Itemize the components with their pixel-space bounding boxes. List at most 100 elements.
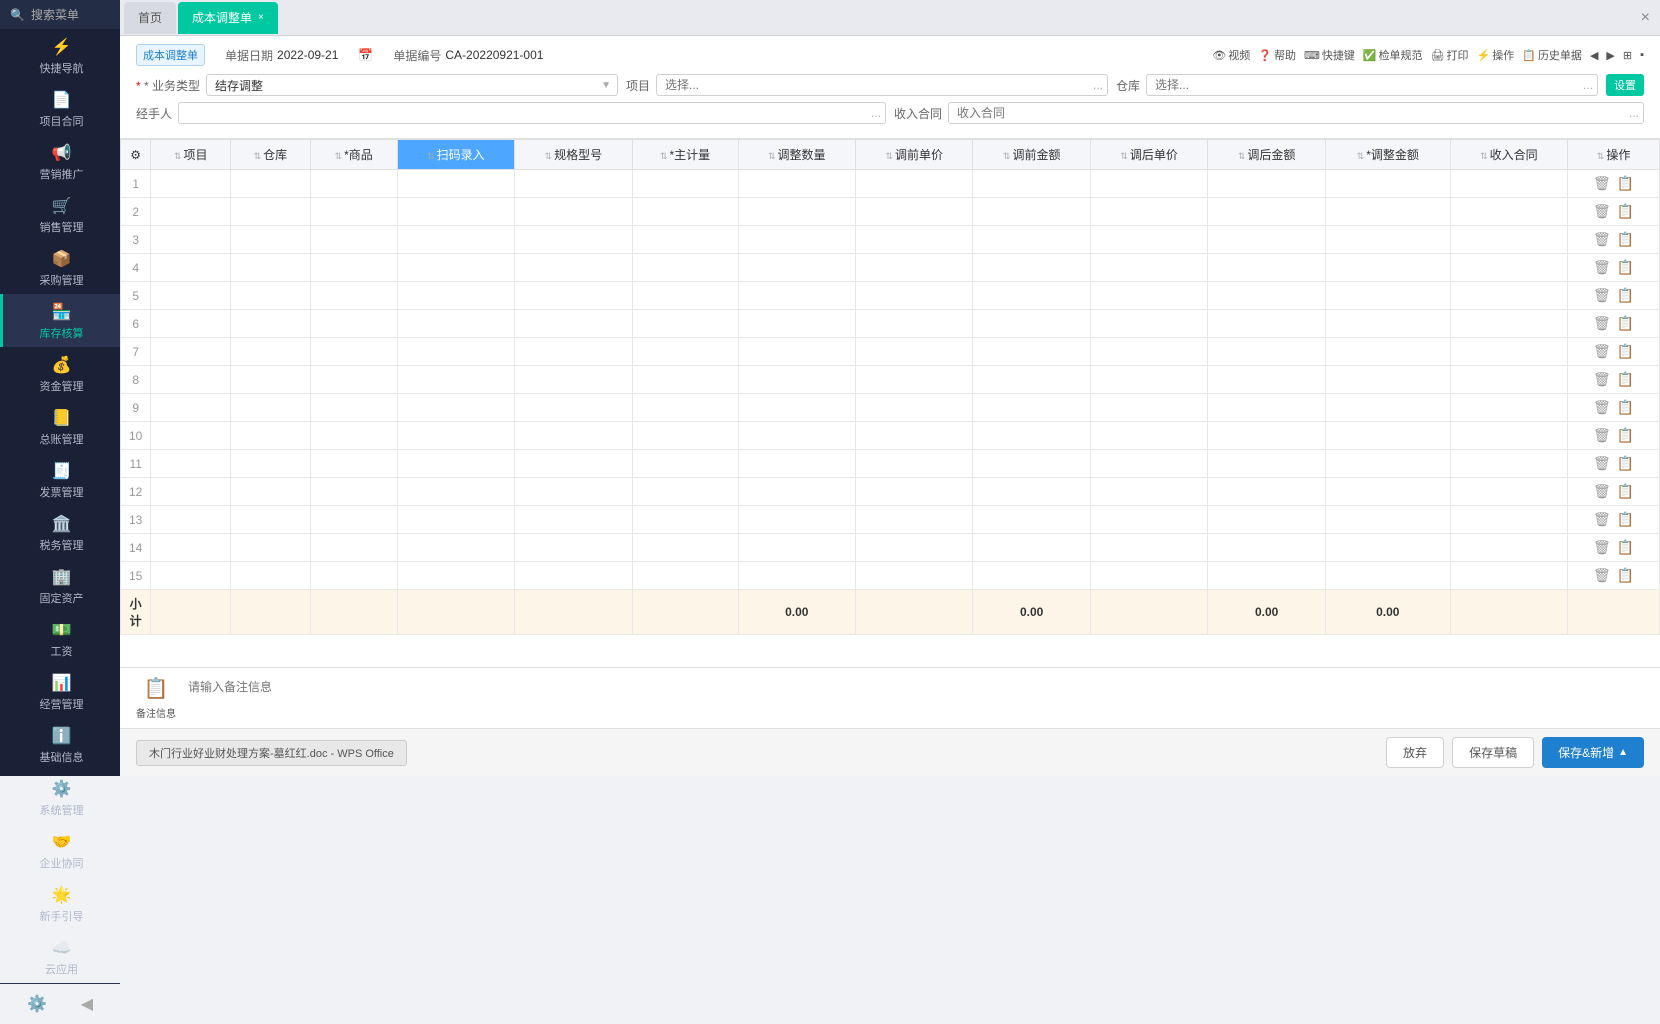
cell-prev_price[interactable] [855,198,972,226]
cell-scan[interactable] [397,450,514,478]
cell-adjust_amount[interactable] [1325,394,1450,422]
cell-adjust_amount[interactable] [1325,310,1450,338]
cell-prev_amount[interactable] [973,254,1090,282]
cell-warehouse[interactable] [231,366,311,394]
cell-qty[interactable] [738,254,855,282]
sort-arrows[interactable]: ⇅ [660,151,668,161]
sort-arrows[interactable]: ⇅ [254,151,262,161]
sort-arrows[interactable]: ⇅ [335,151,343,161]
cell-project[interactable] [151,282,231,310]
cell-after_amount[interactable] [1208,198,1325,226]
cell-prev_price[interactable] [855,478,972,506]
cell-after_amount[interactable] [1208,310,1325,338]
delete-btn[interactable]: 🗑 [1593,483,1611,500]
cell-income_contract[interactable] [1450,310,1567,338]
cell-after_amount[interactable] [1208,450,1325,478]
cell-income_contract[interactable] [1450,226,1567,254]
cell-after_price[interactable] [1090,478,1207,506]
cell-spec[interactable] [515,338,632,366]
cell-adjust_amount[interactable] [1325,338,1450,366]
delete-btn[interactable]: 🗑 [1593,511,1611,528]
sidebar-item-assets[interactable]: 🏢固定资产 [0,559,120,612]
cell-income_contract[interactable] [1450,338,1567,366]
delete-btn[interactable]: 🗑 [1593,175,1611,192]
cell-after_price[interactable] [1090,450,1207,478]
cell-project[interactable] [151,534,231,562]
cell-qty[interactable] [738,198,855,226]
cell-prev_price[interactable] [855,310,972,338]
cell-spec[interactable] [515,534,632,562]
collapse-icon[interactable]: ◀ [81,994,93,1014]
cell-prev_amount[interactable] [973,534,1090,562]
sort-arrows[interactable]: ⇅ [1238,151,1246,161]
operation-btn[interactable]: ⚡ 操作 [1477,47,1515,63]
cell-adjust_amount[interactable] [1325,506,1450,534]
cell-income_contract[interactable] [1450,254,1567,282]
cell-warehouse[interactable] [231,282,311,310]
copy-btn[interactable]: 📋 [1617,567,1634,584]
cell-after_price[interactable] [1090,226,1207,254]
copy-btn[interactable]: 📋 [1617,511,1634,528]
delete-btn[interactable]: 🗑 [1593,539,1611,556]
sort-arrows[interactable]: ⇅ [545,151,553,161]
cell-qty[interactable] [738,170,855,198]
cell-unit[interactable] [632,310,738,338]
cell-adjust_amount[interactable] [1325,478,1450,506]
cell-warehouse[interactable] [231,422,311,450]
cell-prev_price[interactable] [855,534,972,562]
window-close-button[interactable]: × [1641,9,1650,27]
cell-prev_amount[interactable] [973,506,1090,534]
cell-unit[interactable] [632,534,738,562]
cell-qty[interactable] [738,478,855,506]
cell-adjust_amount[interactable] [1325,422,1450,450]
copy-btn[interactable]: 📋 [1617,455,1634,472]
cell-product[interactable] [310,506,397,534]
cell-after_amount[interactable] [1208,422,1325,450]
cell-project[interactable] [151,506,231,534]
delete-btn[interactable]: 🗑 [1593,455,1611,472]
sidebar-item-cloudapp[interactable]: ☁️云应用 [0,930,120,983]
cell-after_price[interactable] [1090,506,1207,534]
cell-after_amount[interactable] [1208,226,1325,254]
cell-project[interactable] [151,562,231,590]
sidebar-item-invoice[interactable]: 🧾发票管理 [0,453,120,506]
sidebar-item-basicinfo[interactable]: ℹ️基础信息 [0,718,120,771]
cell-qty[interactable] [738,534,855,562]
cell-product[interactable] [310,170,397,198]
cell-spec[interactable] [515,562,632,590]
sidebar-item-sales[interactable]: 🛒销售管理 [0,188,120,241]
tab-home[interactable]: 首页 [124,2,176,34]
sort-arrows[interactable]: ⇅ [1357,151,1365,161]
cell-income_contract[interactable] [1450,170,1567,198]
cell-income_contract[interactable] [1450,198,1567,226]
cell-product[interactable] [310,254,397,282]
cell-adjust_amount[interactable] [1325,366,1450,394]
cell-prev_amount[interactable] [973,562,1090,590]
cell-prev_amount[interactable] [973,310,1090,338]
notes-input[interactable] [188,676,1644,698]
help-btn[interactable]: ❓ 帮助 [1258,47,1296,63]
cell-adjust_amount[interactable] [1325,534,1450,562]
cell-warehouse[interactable] [231,450,311,478]
cell-spec[interactable] [515,282,632,310]
copy-btn[interactable]: 📋 [1617,259,1634,276]
cell-after_price[interactable] [1090,394,1207,422]
cell-project[interactable] [151,394,231,422]
cell-prev_price[interactable] [855,506,972,534]
cell-income_contract[interactable] [1450,478,1567,506]
sidebar-item-projcontract[interactable]: 📄项目合同 [0,82,120,135]
cell-project[interactable] [151,338,231,366]
cell-income_contract[interactable] [1450,534,1567,562]
cell-product[interactable] [310,394,397,422]
cell-scan[interactable] [397,170,514,198]
cell-adjust_amount[interactable] [1325,198,1450,226]
cell-project[interactable] [151,170,231,198]
cell-prev_price[interactable] [855,562,972,590]
cell-prev_amount[interactable] [973,282,1090,310]
cell-after_price[interactable] [1090,198,1207,226]
save-draft-button[interactable]: 保存草稿 [1452,737,1534,768]
cell-after_amount[interactable] [1208,366,1325,394]
cell-qty[interactable] [738,338,855,366]
sidebar-item-purchase[interactable]: 📦采购管理 [0,241,120,294]
cell-unit[interactable] [632,394,738,422]
